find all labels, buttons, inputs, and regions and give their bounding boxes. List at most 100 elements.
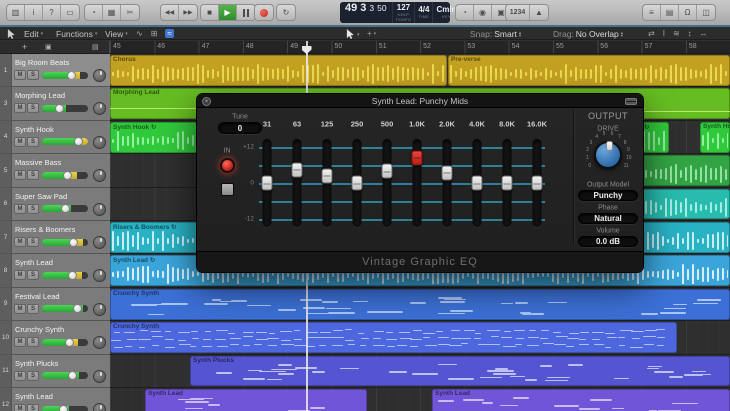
volume-slider[interactable] (42, 271, 88, 279)
track-header[interactable]: 12 Synth Lead M S (0, 388, 110, 411)
pan-knob[interactable] (93, 202, 106, 216)
library-icon[interactable]: ▥ (7, 5, 25, 20)
editors-icon[interactable]: ✂ (121, 5, 139, 20)
solo-button[interactable]: S (27, 70, 39, 80)
solo-button[interactable]: S (27, 270, 39, 281)
horizontal-zoom-icon[interactable]: ↔ (700, 29, 708, 38)
forward-button[interactable]: ▶▶ (179, 5, 197, 20)
left-click-tool-menu[interactable]: ▾ (346, 29, 360, 40)
track-header[interactable]: 10 Crunchy Synth M S (0, 321, 110, 355)
lcd-position[interactable]: 49 3 3 50 (340, 2, 393, 23)
eq-band-handle[interactable] (411, 150, 423, 165)
list-editors-icon[interactable]: ≡ (643, 5, 661, 20)
cycle-button[interactable]: ↻ (277, 5, 295, 20)
volume-knob[interactable] (55, 104, 65, 112)
pan-knob[interactable] (93, 302, 106, 316)
region[interactable]: Synth Plucks (190, 355, 730, 387)
plugin-link-icon[interactable] (625, 98, 637, 105)
region[interactable]: Crunchy Synth (110, 322, 677, 354)
lcd-tempo[interactable]: 127 KEEP TEMPO (393, 2, 416, 23)
pan-knob[interactable] (93, 403, 106, 411)
mute-button[interactable]: M (14, 103, 26, 114)
mute-button[interactable]: M (14, 136, 26, 147)
region[interactable]: Pre-verse (448, 55, 730, 86)
note-pads-icon[interactable]: ▤ (661, 5, 679, 20)
volume-slider[interactable] (42, 104, 88, 112)
track-header[interactable]: 6 Super Saw Pad M S (0, 187, 110, 221)
eq-band-handle[interactable] (351, 175, 363, 191)
solo-mode-icon[interactable]: ◉ (474, 5, 492, 20)
volume-slider[interactable] (42, 338, 88, 346)
tuner-icon[interactable]: ◔ (456, 5, 474, 20)
drag-stepper[interactable]: ▴ ▾ (621, 30, 623, 38)
region[interactable]: Synth Hook (700, 121, 730, 153)
bar-ruler[interactable]: 454647484950515253545556575859 (110, 41, 730, 54)
browsers-icon[interactable]: ◫ (697, 5, 715, 20)
region[interactable]: Chorus (110, 55, 447, 86)
mute-button[interactable]: M (14, 337, 26, 348)
track-header[interactable]: 11 Synth Plucks M S (0, 354, 110, 388)
mute-button[interactable]: M (14, 203, 26, 214)
solo-button[interactable]: S (27, 237, 39, 247)
track-header[interactable]: 8 Synth Lead M S (0, 254, 110, 288)
functions-menu[interactable]: Functions ▾ (56, 29, 97, 39)
catch-playhead-icon[interactable]: I (663, 29, 665, 38)
drive-knob[interactable] (594, 141, 622, 169)
pan-knob[interactable] (93, 102, 106, 116)
eq-band-handle[interactable] (501, 175, 513, 191)
lcd-time-signature[interactable]: 4/4 TIME (415, 2, 434, 23)
volume-field[interactable]: 0.0 dB (578, 236, 638, 247)
pan-knob[interactable] (93, 369, 106, 383)
flex-icon[interactable]: ≈ (165, 29, 174, 38)
volume-knob[interactable] (63, 171, 73, 179)
plugin-title-bar[interactable]: Synth Lead: Punchy Mids (197, 94, 643, 108)
quick-help-icon[interactable]: ? (43, 5, 61, 20)
plugin-close-icon[interactable]: × (202, 97, 211, 106)
volume-knob[interactable] (69, 238, 79, 246)
in-bypass-button[interactable] (221, 183, 234, 196)
volume-slider[interactable] (42, 305, 88, 313)
duplicate-track-button[interactable]: ▣ (45, 43, 52, 51)
volume-slider[interactable] (42, 71, 88, 79)
volume-knob[interactable] (61, 205, 70, 213)
solo-button[interactable]: S (27, 370, 39, 381)
mixer-icon[interactable]: ▦ (103, 5, 121, 20)
inspector-icon[interactable]: i (25, 5, 43, 20)
mute-button[interactable]: M (14, 270, 26, 281)
solo-button[interactable]: S (27, 337, 39, 348)
midi-draw-icon[interactable]: ⊞ (151, 29, 158, 38)
automation-icon[interactable]: ∿ (136, 29, 143, 38)
rewind-button[interactable]: ◀◀ (161, 5, 179, 20)
volume-knob[interactable] (73, 138, 83, 146)
volume-slider[interactable] (42, 138, 88, 146)
volume-slider[interactable] (42, 171, 88, 179)
in-led-button[interactable] (220, 158, 235, 173)
volume-knob[interactable] (72, 305, 82, 313)
region[interactable]: Synth Lead (145, 389, 367, 411)
mute-button[interactable]: M (14, 70, 26, 80)
volume-slider[interactable] (42, 205, 88, 213)
mute-button[interactable]: M (14, 237, 26, 247)
drag-menu[interactable]: Drag: No Overlap ▴ ▾ (553, 29, 623, 39)
header-options-button[interactable]: ▤ (92, 43, 99, 51)
edit-menu[interactable]: Edit ▾ (24, 29, 43, 39)
eq-band-handle[interactable] (441, 165, 453, 180)
auto-zoom-icon[interactable]: ≋ (673, 29, 680, 38)
snap-menu[interactable]: Snap: Smart ▴ ▾ (470, 29, 521, 39)
play-button[interactable]: ▶ (219, 5, 237, 20)
track-header[interactable]: 3 Morphing Lead M S (0, 87, 110, 121)
pan-knob[interactable] (93, 135, 106, 149)
volume-knob[interactable] (66, 71, 76, 79)
pointer-tool-icon[interactable] (7, 29, 16, 40)
mute-button[interactable]: M (14, 170, 26, 181)
pan-knob[interactable] (93, 269, 106, 283)
toolbar-icon[interactable]: ▭ (61, 5, 79, 20)
count-in-1234-button[interactable]: 1234 (506, 5, 530, 20)
eq-band-handle[interactable] (381, 163, 393, 179)
volume-knob[interactable] (68, 372, 78, 380)
region[interactable]: Crunchy Synth (110, 288, 730, 320)
track-header[interactable]: 9 Festival Lead M S (0, 287, 110, 322)
add-track-button[interactable]: + (22, 42, 27, 52)
smart-controls-icon[interactable]: ◔ (85, 5, 103, 20)
metronome-icon[interactable]: ▲ (530, 5, 548, 20)
